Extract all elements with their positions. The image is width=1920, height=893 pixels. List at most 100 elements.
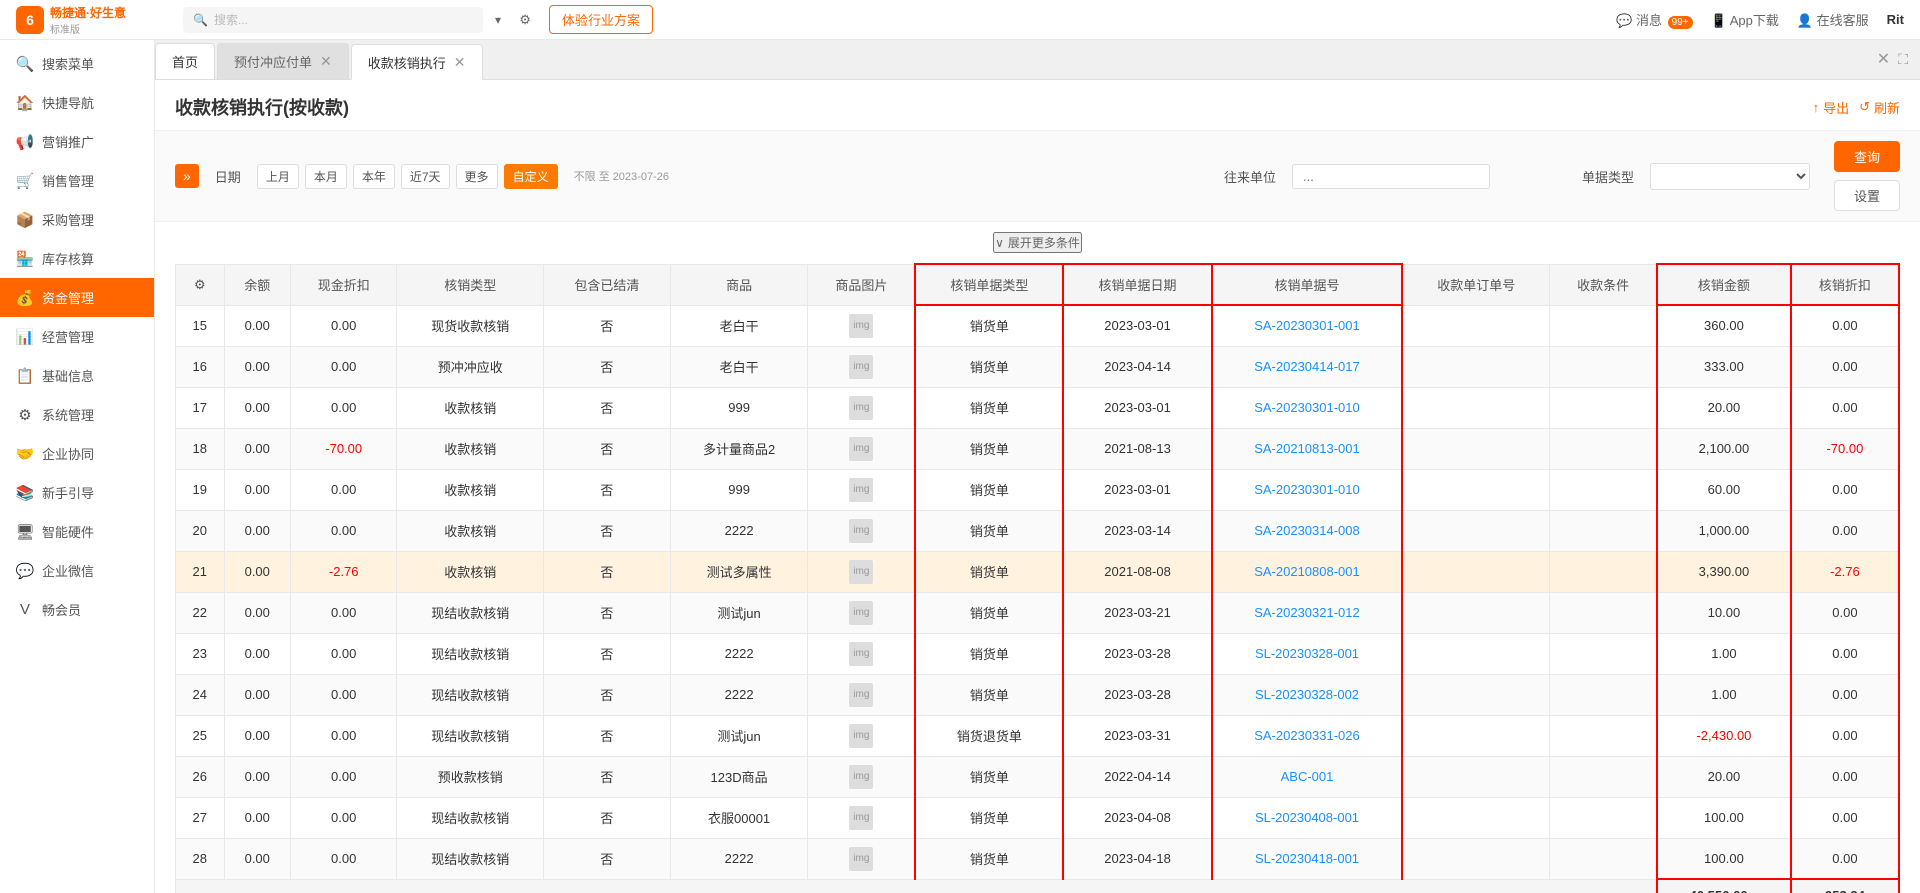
table-row: 17 0.00 0.00 收款核销 否 999 img 销货单 2023-03-… — [176, 387, 1900, 428]
sidebar-item-guide[interactable]: 📚 新手引导 — [0, 473, 154, 512]
row-collect-condition — [1550, 305, 1657, 346]
row-product: 测试jun — [670, 592, 808, 633]
row-bill-type: 销货退货单 — [915, 715, 1063, 756]
bill-type-select[interactable] — [1650, 163, 1810, 190]
filter-date-this-year[interactable]: 本年 — [353, 164, 395, 189]
row-bill-type: 销货单 — [915, 551, 1063, 592]
row-writeoff-type: 收款核销 — [397, 387, 544, 428]
filter-date-more[interactable]: 更多 — [456, 164, 498, 189]
sidebar-item-label: 库存核算 — [42, 249, 94, 268]
row-writeoff-type: 预收款核销 — [397, 756, 544, 797]
settings-icon[interactable]: ⚙ — [513, 8, 537, 32]
sidebar-item-enterprise[interactable]: 🤝 企业协同 — [0, 434, 154, 473]
row-included-settled: 否 — [544, 674, 671, 715]
tab-close-prepay[interactable]: ✕ — [320, 53, 332, 70]
col-writeoff-amount: 核销金额 — [1657, 264, 1791, 305]
row-writeoff-discount: 0.00 — [1791, 633, 1899, 674]
maximize-icon[interactable]: ⛶ — [1898, 51, 1908, 68]
row-product: 999 — [670, 469, 808, 510]
filter-date-last-month[interactable]: 上月 — [257, 164, 299, 189]
row-collect-condition — [1550, 469, 1657, 510]
sidebar-item-operation[interactable]: 📊 经营管理 — [0, 317, 154, 356]
row-collect-order-no — [1402, 305, 1549, 346]
top-actions: 💬 消息 99+ 📱 App下载 👤 在线客服 Rit — [1616, 10, 1904, 29]
product-image-cell: img — [808, 715, 915, 756]
filter-toggle-btn[interactable]: » — [175, 164, 199, 188]
sidebar-item-label: 销售管理 — [42, 171, 94, 190]
tab-home[interactable]: 首页 — [155, 43, 215, 79]
export-btn[interactable]: ↑ 导出 — [1813, 98, 1850, 117]
row-bill-date: 2023-04-08 — [1063, 797, 1211, 838]
col-included-settled: 包含已结清 — [544, 264, 671, 305]
col-gear[interactable]: ⚙ — [176, 264, 225, 305]
row-id: 24 — [176, 674, 225, 715]
sidebar-item-label: 智能硬件 — [42, 522, 94, 541]
user-label[interactable]: Rit — [1887, 12, 1904, 27]
online-service[interactable]: 👤 在线客服 — [1797, 10, 1869, 29]
row-id: 18 — [176, 428, 225, 469]
sidebar-item-quick-nav[interactable]: 🏠 快捷导航 — [0, 83, 154, 122]
sidebar-item-wechat[interactable]: 💬 企业微信 — [0, 551, 154, 590]
row-id: 20 — [176, 510, 225, 551]
sidebar-item-system[interactable]: ⚙ 系统管理 — [0, 395, 154, 434]
row-id: 17 — [176, 387, 225, 428]
refresh-btn[interactable]: ↺ 刷新 — [1859, 98, 1900, 117]
row-writeoff-type: 预冲冲应收 — [397, 346, 544, 387]
hardware-icon: 🖥 — [16, 523, 34, 541]
row-included-settled: 否 — [544, 633, 671, 674]
row-product: 衣服00001 — [670, 797, 808, 838]
query-btn[interactable]: 查询 — [1834, 141, 1900, 172]
row-writeoff-discount: -2.76 — [1791, 551, 1899, 592]
row-collect-order-no — [1402, 428, 1549, 469]
row-writeoff-discount: 0.00 — [1791, 387, 1899, 428]
filter-date-custom[interactable]: 自定义 — [504, 164, 558, 189]
tab-close-collection[interactable]: ✕ — [454, 54, 466, 71]
industry-btn[interactable]: 体验行业方案 — [549, 5, 653, 34]
bill-type-label: 单据类型 — [1582, 167, 1634, 186]
filter-date-7days[interactable]: 近7天 — [401, 164, 450, 189]
row-collect-condition — [1550, 510, 1657, 551]
totals-row: 40,556,66... 952.24 — [176, 879, 1900, 893]
sidebar-item-label: 企业微信 — [42, 561, 94, 580]
row-cash-discount: 0.00 — [290, 715, 397, 756]
setting-btn[interactable]: 设置 — [1834, 180, 1900, 211]
row-writeoff-amount: 3,390.00 — [1657, 551, 1791, 592]
sidebar-item-basic-info[interactable]: 📋 基础信息 — [0, 356, 154, 395]
row-collect-order-no — [1402, 715, 1549, 756]
table-row: 19 0.00 0.00 收款核销 否 999 img 销货单 2023-03-… — [176, 469, 1900, 510]
sidebar-item-hardware[interactable]: 🖥 智能硬件 — [0, 512, 154, 551]
row-included-settled: 否 — [544, 551, 671, 592]
total-writeoff-amount: 40,556,66... — [1657, 879, 1791, 893]
sidebar-item-inventory[interactable]: 🏪 库存核算 — [0, 239, 154, 278]
sidebar-item-marketing[interactable]: 📢 营销推广 — [0, 122, 154, 161]
row-writeoff-type: 收款核销 — [397, 428, 544, 469]
sidebar-item-sales[interactable]: 🛒 销售管理 — [0, 161, 154, 200]
dropdown-arrow[interactable]: ▾ — [495, 13, 501, 27]
product-image-cell: img — [808, 551, 915, 592]
row-cash-discount: 0.00 — [290, 797, 397, 838]
expand-icon: ∨ — [995, 236, 1004, 250]
close-icon[interactable]: ✕ — [1877, 49, 1890, 69]
top-search-bar[interactable]: 🔍 搜索... — [183, 7, 483, 33]
filter-date-this-month[interactable]: 本月 — [305, 164, 347, 189]
sidebar-item-search-menu[interactable]: 🔍 搜索菜单 — [0, 44, 154, 83]
sales-icon: 🛒 — [16, 172, 34, 190]
row-writeoff-discount: 0.00 — [1791, 305, 1899, 346]
expand-conditions-btn[interactable]: ∨ 展开更多条件 — [993, 232, 1082, 253]
sidebar-item-purchase[interactable]: 📦 采购管理 — [0, 200, 154, 239]
notifications[interactable]: 💬 消息 99+ — [1616, 10, 1692, 29]
sidebar-item-label: 资金管理 — [42, 288, 94, 307]
app-download[interactable]: 📱 App下载 — [1711, 10, 1779, 29]
sidebar-item-finance[interactable]: 💰 资金管理 — [0, 278, 154, 317]
row-writeoff-discount: 0.00 — [1791, 797, 1899, 838]
row-id: 21 — [176, 551, 225, 592]
col-cash-discount: 现金折扣 — [290, 264, 397, 305]
row-balance: 0.00 — [224, 592, 290, 633]
tab-prepay[interactable]: 预付冲应付单 ✕ — [217, 43, 349, 79]
tab-collection[interactable]: 收款核销执行 ✕ — [351, 44, 483, 80]
row-writeoff-type: 现结收款核销 — [397, 797, 544, 838]
row-writeoff-discount: 0.00 — [1791, 715, 1899, 756]
from-unit-input[interactable] — [1292, 164, 1490, 189]
top-bar: 6 畅捷通·好生意 标准版 🔍 搜索... ▾ ⚙ 体验行业方案 💬 消息 99… — [0, 0, 1920, 40]
sidebar-item-member[interactable]: V 畅会员 — [0, 590, 154, 629]
